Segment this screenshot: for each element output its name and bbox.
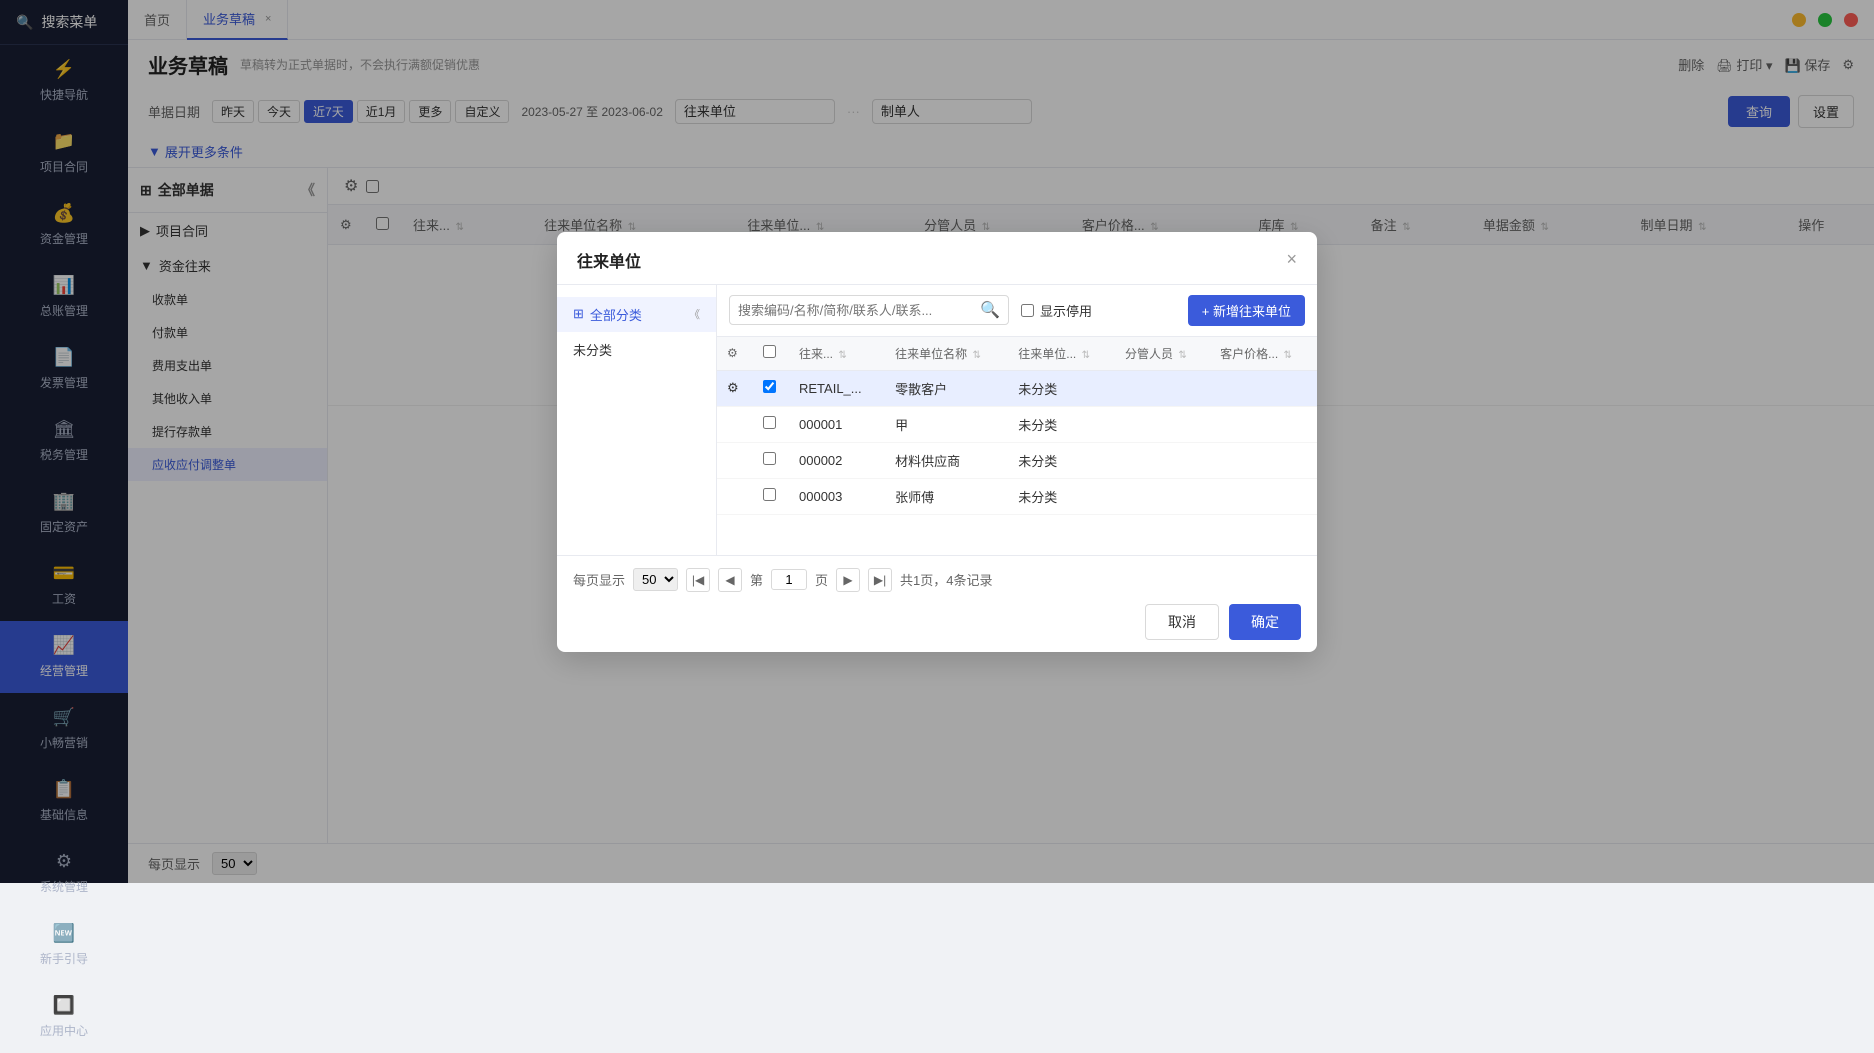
next-page-button[interactable]: ▶ (836, 568, 860, 592)
modal-col-checkbox (753, 337, 789, 371)
modal-col-manager: 分管人员 ⇅ (1115, 337, 1210, 371)
cancel-button[interactable]: 取消 (1145, 604, 1219, 640)
modal-body: ⊞ 全部分类 《 未分类 🔍 显示停用 (557, 285, 1317, 555)
row-checkbox[interactable] (763, 416, 776, 429)
modal-toolbar: 🔍 显示停用 + 新增往来单位 (717, 285, 1317, 337)
modal-table: ⚙ 往来... ⇅ 往来单位名称 ⇅ 往来单位... ⇅ 分管人员 ⇅ 客户价格… (717, 337, 1317, 515)
modal-table-row[interactable]: ⚙ RETAIL_... 零散客户 未分类 (717, 370, 1317, 406)
row-settings-cell (717, 442, 753, 478)
row-manager-cell (1115, 478, 1210, 514)
modal-subcategory-label: 未分类 (573, 340, 612, 359)
modal-table-container: ⚙ 往来... ⇅ 往来单位名称 ⇅ 往来单位... ⇅ 分管人员 ⇅ 客户价格… (717, 337, 1317, 555)
sidebar-item-label: 新手引导 (40, 950, 88, 967)
page-input[interactable] (771, 569, 807, 590)
row-code-cell: RETAIL_... (789, 370, 885, 406)
row-checkbox[interactable] (763, 452, 776, 465)
row-price-cell (1210, 370, 1317, 406)
row-settings-cell: ⚙ (717, 370, 753, 406)
search-icon: 🔍 (980, 300, 1000, 320)
show-disabled-checkbox[interactable] (1021, 304, 1034, 317)
apps-icon: 🔲 (53, 995, 75, 1016)
modal-col-settings: ⚙ (717, 337, 753, 371)
modal-search-input[interactable] (738, 303, 974, 318)
row-name-cell: 甲 (885, 406, 1008, 442)
row-name-cell: 材料供应商 (885, 442, 1008, 478)
guide-icon: 🆕 (53, 923, 75, 944)
modal-left-panel: ⊞ 全部分类 《 未分类 (557, 285, 717, 555)
show-disabled-label: 显示停用 (1040, 301, 1092, 320)
prev-page-button[interactable]: ◀ (718, 568, 742, 592)
page-word-label: 页 (815, 570, 828, 589)
row-checkbox-cell[interactable] (753, 370, 789, 406)
row-category-cell: 未分类 (1008, 442, 1115, 478)
row-price-cell (1210, 478, 1317, 514)
row-manager-cell (1115, 370, 1210, 406)
modal-category-all[interactable]: ⊞ 全部分类 《 (557, 297, 716, 332)
modal-category-all-label: 全部分类 (590, 305, 642, 324)
show-disabled-checkbox-label[interactable]: 显示停用 (1021, 301, 1092, 320)
row-category-cell: 未分类 (1008, 478, 1115, 514)
first-page-button[interactable]: |◀ (686, 568, 710, 592)
collapse-modal-left-icon[interactable]: 《 (689, 306, 700, 322)
modal-col-name: 往来单位名称 ⇅ (885, 337, 1008, 371)
modal-action-buttons: 取消 确定 (573, 604, 1301, 640)
sidebar-item-guide[interactable]: 🆕 新手引导 (0, 909, 128, 981)
modal-header-checkbox[interactable] (763, 345, 776, 358)
modal-col-category: 往来单位... ⇅ (1008, 337, 1115, 371)
modal-title: 往来单位 (577, 248, 641, 272)
modal-search-box[interactable]: 🔍 (729, 295, 1009, 325)
row-checkbox[interactable] (763, 488, 776, 501)
modal-footer: 每页显示 50 |◀ ◀ 第 页 ▶ ▶| 共1页，4条记录 取消 确定 (557, 555, 1317, 652)
row-settings-cell (717, 478, 753, 514)
row-checkbox-cell[interactable] (753, 406, 789, 442)
row-category-cell: 未分类 (1008, 406, 1115, 442)
modal-category-unclassified[interactable]: 未分类 (557, 332, 716, 367)
party-modal: 往来单位 × ⊞ 全部分类 《 未分类 (557, 232, 1317, 652)
row-name-cell: 零散客户 (885, 370, 1008, 406)
row-price-cell (1210, 406, 1317, 442)
modal-overlay: 往来单位 × ⊞ 全部分类 《 未分类 (0, 0, 1874, 883)
sidebar-item-apps[interactable]: 🔲 应用中心 (0, 981, 128, 1053)
modal-close-button[interactable]: × (1286, 249, 1297, 270)
grid-icon-small: ⊞ (573, 306, 584, 322)
modal-right-panel: 🔍 显示停用 + 新增往来单位 ⚙ (717, 285, 1317, 555)
row-settings-cell (717, 406, 753, 442)
modal-header: 往来单位 × (557, 232, 1317, 285)
row-manager-cell (1115, 406, 1210, 442)
modal-col-price: 客户价格... ⇅ (1210, 337, 1317, 371)
row-checkbox-cell[interactable] (753, 478, 789, 514)
row-code-cell: 000003 (789, 478, 885, 514)
modal-table-row[interactable]: 000003 张师傅 未分类 (717, 478, 1317, 514)
modal-table-row[interactable]: 000001 甲 未分类 (717, 406, 1317, 442)
add-party-button[interactable]: + 新增往来单位 (1188, 295, 1305, 326)
row-checkbox[interactable] (763, 380, 776, 393)
row-name-cell: 张师傅 (885, 478, 1008, 514)
total-records-text: 共1页，4条记录 (900, 570, 992, 589)
modal-table-row[interactable]: 000002 材料供应商 未分类 (717, 442, 1317, 478)
row-manager-cell (1115, 442, 1210, 478)
row-code-cell: 000001 (789, 406, 885, 442)
last-page-button[interactable]: ▶| (868, 568, 892, 592)
modal-col-code: 往来... ⇅ (789, 337, 885, 371)
row-category-cell: 未分类 (1008, 370, 1115, 406)
modal-pagination: 每页显示 50 |◀ ◀ 第 页 ▶ ▶| 共1页，4条记录 (573, 568, 1301, 592)
row-code-cell: 000002 (789, 442, 885, 478)
modal-page-size-select[interactable]: 50 (633, 568, 678, 591)
page-size-label: 每页显示 (573, 570, 625, 589)
sidebar-item-label: 应用中心 (40, 1022, 88, 1039)
page-no-label: 第 (750, 570, 763, 589)
row-checkbox-cell[interactable] (753, 442, 789, 478)
row-price-cell (1210, 442, 1317, 478)
confirm-button[interactable]: 确定 (1229, 604, 1301, 640)
